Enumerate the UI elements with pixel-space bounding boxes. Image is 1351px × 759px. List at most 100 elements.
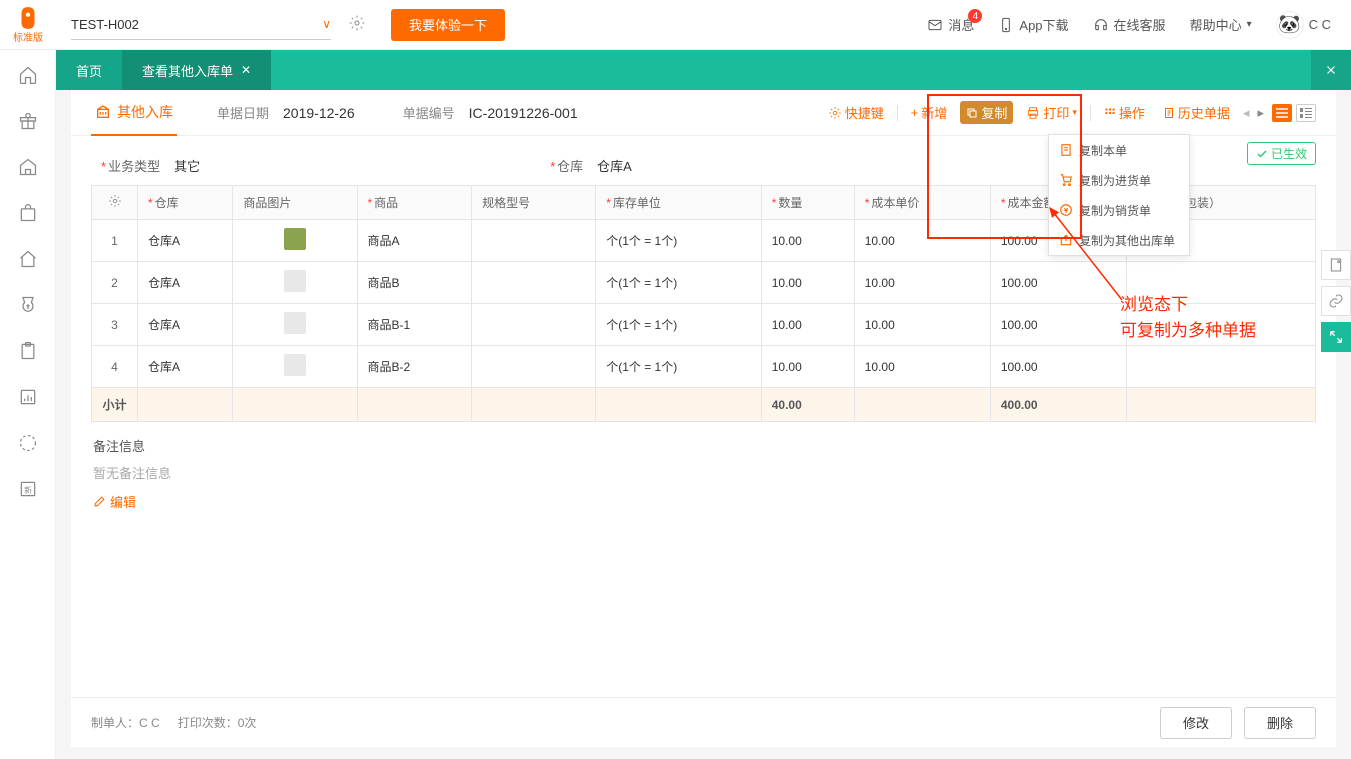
nav-sync-icon[interactable] [18,433,38,453]
nav-house-icon[interactable] [18,249,38,269]
cell-amount: 100.00 [990,304,1126,346]
avatar-icon: 🐼 [1276,11,1304,39]
float-expand-button[interactable] [1321,322,1351,352]
svg-text:新: 新 [24,484,32,494]
edit-icon [93,495,106,508]
nav-warehouse-icon[interactable] [18,157,38,177]
money-icon [1059,203,1073,217]
separator [1090,105,1091,121]
expand-icon [1328,329,1344,345]
nav-gift-icon[interactable] [18,111,38,131]
new-label: 新增 [921,103,947,122]
gear-icon [828,106,842,120]
cell-qty: 10.00 [761,346,854,388]
cell-spec [472,346,596,388]
row-number: 4 [92,346,138,388]
document-icon [1163,107,1175,119]
nav-bag-icon[interactable] [18,203,38,223]
col-settings[interactable] [92,186,138,220]
cell-unit: 个(1个 = 1个) [596,304,762,346]
cell-qty: 10.00 [761,262,854,304]
status-badge: 已生效 [1247,142,1316,165]
document-icon [1059,143,1073,157]
cell-spec [472,304,596,346]
experience-button[interactable]: 我要体验一下 [391,9,505,41]
dd-copy-this[interactable]: 复制本单 [1049,135,1189,165]
float-note-button[interactable] [1321,250,1351,280]
sidebar: 新 [0,50,56,759]
date-value: 2019-12-26 [283,105,355,121]
list-view-toggle[interactable] [1272,104,1292,122]
dd-copy-purchase[interactable]: 复制为进货单 [1049,165,1189,195]
gear-icon [108,194,122,208]
shortcut-label: 快捷键 [845,103,884,122]
tab-current-label: 查看其他入库单 [142,61,233,80]
modify-button[interactable]: 修改 [1160,707,1232,739]
user-name: C C [1309,17,1331,32]
prev-arrow-icon[interactable]: ◂ [1243,105,1250,121]
tenant-selector[interactable]: TEST-H002 ∨ [71,10,331,40]
tab-home[interactable]: 首页 [56,50,122,90]
check-icon [1256,148,1268,160]
card-title: 其他入库 [117,102,173,122]
edit-remark-button[interactable]: 编辑 [93,492,1314,511]
history-button[interactable]: 历史单据 [1158,100,1235,125]
cell-product: 商品B-2 [357,346,472,388]
card-view-toggle[interactable] [1296,104,1316,122]
delete-button[interactable]: 删除 [1244,707,1316,739]
logo-text: 标准版 [13,29,43,44]
dd-label: 复制为进货单 [1079,172,1151,189]
chevron-down-icon: ▾ [1247,19,1252,30]
card-tab[interactable]: 其他入库 [91,90,177,136]
nav-new-icon[interactable]: 新 [18,479,38,499]
close-icon[interactable]: ✕ [241,63,251,77]
help-link[interactable]: 帮助中心 ▾ [1190,15,1252,34]
nav-home-icon[interactable] [18,65,38,85]
settings-icon[interactable] [349,15,365,34]
copy-label: 复制 [981,103,1007,122]
edit-label: 编辑 [110,492,136,511]
nav-report-icon[interactable] [18,387,38,407]
messages-link[interactable]: 消息 4 [927,15,974,34]
col-unit: *库存单位 [596,186,762,220]
history-label: 历史单据 [1178,103,1230,122]
messages-badge: 4 [968,9,982,23]
dd-copy-sales[interactable]: 复制为销货单 [1049,195,1189,225]
code-value: IC-20191226-001 [469,105,578,121]
next-arrow-icon[interactable]: ▸ [1257,105,1264,121]
app-download-link[interactable]: App下载 [998,15,1068,34]
cell-amount: 100.00 [990,262,1126,304]
tab-current[interactable]: 查看其他入库单 ✕ [122,50,271,90]
nav-money-icon[interactable] [18,295,38,315]
annotation-text: 浏览态下 可复制为多种单据 [1120,292,1256,343]
inbox-icon [95,104,111,120]
cell-unit: 个(1个 = 1个) [596,220,762,262]
close-all-tabs[interactable] [1311,50,1351,90]
grid-icon [1104,107,1116,119]
wh-value: 仓库A [597,156,632,175]
cell-image [233,220,357,262]
cell-warehouse: 仓库A [138,220,233,262]
copy-button[interactable]: 复制 [960,101,1013,124]
operations-button[interactable]: 操作 [1099,100,1150,125]
user-menu[interactable]: 🐼 C C [1276,11,1331,39]
copy-dropdown: 复制本单 复制为进货单 复制为销货单 复制为其他出库单 [1048,134,1190,256]
logo[interactable]: 标准版 [0,0,56,50]
new-button[interactable]: + 新增 [906,100,953,125]
print-count-value: 0次 [238,714,257,731]
print-label: 打印 [1043,103,1069,122]
table-row[interactable]: 4 仓库A 商品B-2 个(1个 = 1个) 10.00 10.00 100.0… [92,346,1316,388]
cell-price: 10.00 [854,262,990,304]
cell-price: 10.00 [854,304,990,346]
dd-copy-outbound[interactable]: 复制为其他出库单 [1049,225,1189,255]
shortcut-button[interactable]: 快捷键 [823,100,889,125]
product-thumb [284,312,306,334]
wh-label: 仓库 [557,159,583,174]
nav-clipboard-icon[interactable] [18,341,38,361]
customer-service-link[interactable]: 在线客服 [1093,15,1166,34]
row-number: 1 [92,220,138,262]
float-link-button[interactable] [1321,286,1351,316]
dd-label: 复制本单 [1079,142,1127,159]
dd-label: 复制为销货单 [1079,202,1151,219]
print-button[interactable]: 打印 ▾ [1021,100,1082,125]
